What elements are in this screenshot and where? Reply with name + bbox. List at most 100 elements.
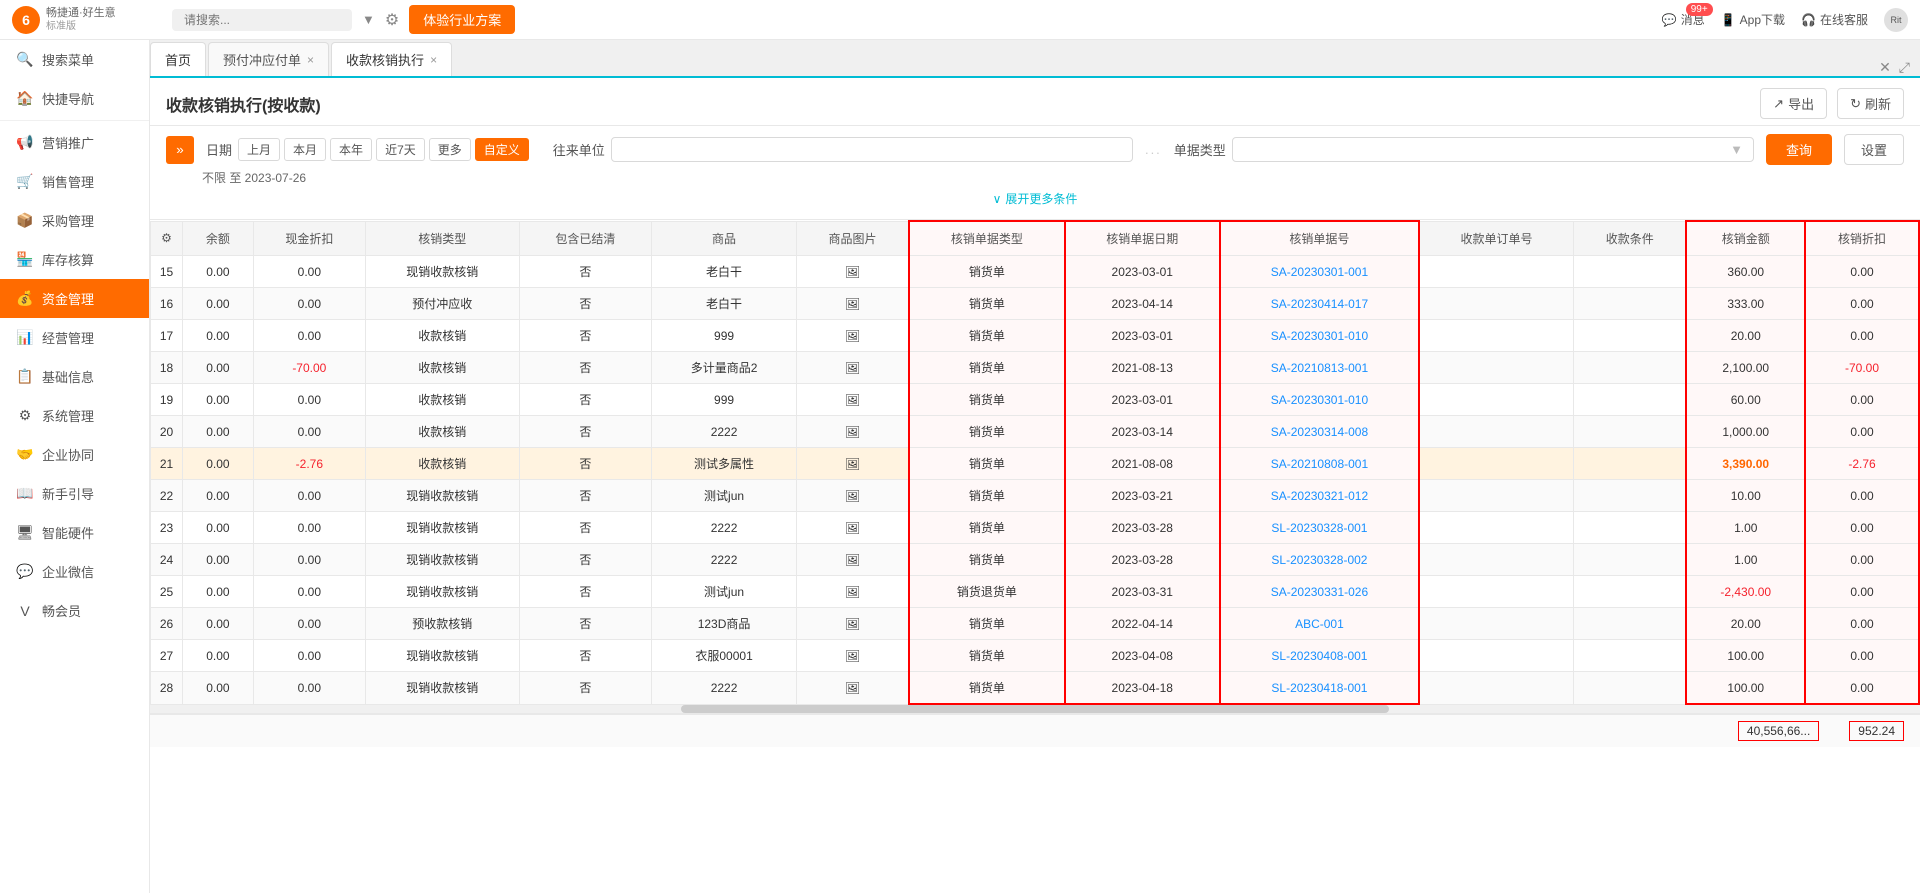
- sidebar-item-finance[interactable]: 💰 资金管理: [0, 279, 149, 318]
- sidebar-item-member[interactable]: V 畅会员: [0, 591, 149, 630]
- sidebar-item-quick-nav[interactable]: 🏠 快捷导航: [0, 79, 149, 118]
- row-receipt-order-no: [1419, 448, 1573, 480]
- tab-bar: 首页 预付冲应付单 × 收款核销执行 × ✕ ⤢: [150, 40, 1920, 78]
- sidebar-item-purchase[interactable]: 📦 采购管理: [0, 201, 149, 240]
- refresh-btn[interactable]: ↻ 刷新: [1837, 88, 1904, 119]
- row-bill-no[interactable]: SA-20230314-008: [1220, 416, 1419, 448]
- sidebar-item-sales[interactable]: 🛒 销售管理: [0, 162, 149, 201]
- row-cancel-type: 收款核销: [365, 384, 519, 416]
- more-date-btn[interactable]: 更多: [429, 138, 471, 161]
- row-cancel-discount: 0.00: [1805, 576, 1919, 608]
- bill-no-link[interactable]: SL-20230328-001: [1271, 521, 1367, 535]
- sidebar-item-inventory[interactable]: 🏪 库存核算: [0, 240, 149, 279]
- sidebar-item-cooperation[interactable]: 🤝 企业协同: [0, 435, 149, 474]
- party-input[interactable]: [622, 142, 1122, 157]
- row-bill-no[interactable]: SA-20230301-010: [1220, 320, 1419, 352]
- row-bill-no[interactable]: SL-20230408-001: [1220, 640, 1419, 672]
- row-product: 2222: [652, 416, 796, 448]
- sidebar-item-basic-info[interactable]: 📋 基础信息: [0, 357, 149, 396]
- tab-home[interactable]: 首页: [150, 42, 206, 76]
- bill-no-link[interactable]: SA-20230314-008: [1271, 425, 1368, 439]
- gear-icon[interactable]: ⚙: [385, 10, 399, 30]
- row-bill-no[interactable]: SA-20230321-012: [1220, 480, 1419, 512]
- row-number: 18: [151, 352, 183, 384]
- header-actions: ↗ 导出 ↻ 刷新: [1760, 88, 1904, 119]
- last-month-btn[interactable]: 上月: [238, 138, 280, 161]
- query-btn[interactable]: 查询: [1766, 134, 1832, 165]
- sidebar-item-wechat[interactable]: 💬 企业微信: [0, 552, 149, 591]
- export-btn[interactable]: ↗ 导出: [1760, 88, 1827, 119]
- online-service-btn[interactable]: 🎧 在线客服: [1801, 11, 1868, 28]
- row-receipt-cond: [1573, 640, 1686, 672]
- close-window-icon[interactable]: ✕: [1879, 59, 1891, 76]
- row-cash-discount: -70.00: [253, 352, 365, 384]
- bill-no-link[interactable]: SA-20210813-001: [1271, 361, 1368, 375]
- bill-no-link[interactable]: SA-20210808-001: [1271, 457, 1368, 471]
- tab-close-cancel[interactable]: ×: [430, 53, 437, 67]
- bill-no-link[interactable]: SA-20230301-001: [1271, 265, 1368, 279]
- row-product: 测试jun: [652, 480, 796, 512]
- this-year-btn[interactable]: 本年: [330, 138, 372, 161]
- dropdown-icon[interactable]: ▼: [362, 12, 375, 27]
- bill-no-link[interactable]: ABC-001: [1295, 617, 1344, 631]
- row-bill-no[interactable]: SL-20230328-002: [1220, 544, 1419, 576]
- row-balance: 0.00: [183, 320, 254, 352]
- bill-type-select[interactable]: ▼: [1232, 137, 1754, 162]
- row-receipt-cond: [1573, 576, 1686, 608]
- row-bill-no[interactable]: SA-20210808-001: [1220, 448, 1419, 480]
- row-bill-no[interactable]: SA-20230414-017: [1220, 288, 1419, 320]
- bill-no-link[interactable]: SA-20230321-012: [1271, 489, 1368, 503]
- settings-btn[interactable]: 设置: [1844, 134, 1904, 165]
- user-menu[interactable]: Rit: [1884, 8, 1908, 32]
- system-icon: ⚙: [16, 407, 34, 424]
- industry-btn[interactable]: 体验行业方案: [409, 5, 515, 34]
- sidebar-item-system[interactable]: ⚙ 系统管理: [0, 396, 149, 435]
- tab-close-prepay[interactable]: ×: [307, 53, 314, 67]
- tab-cancel[interactable]: 收款核销执行 ×: [331, 42, 452, 76]
- row-product-img: 🖼: [796, 256, 909, 288]
- row-bill-no[interactable]: SA-20230301-010: [1220, 384, 1419, 416]
- party-input-wrap[interactable]: [611, 137, 1133, 162]
- expand-filter-btn[interactable]: »: [166, 136, 194, 164]
- row-bill-no[interactable]: SA-20230331-026: [1220, 576, 1419, 608]
- bill-no-link[interactable]: SL-20230408-001: [1271, 649, 1367, 663]
- tab-prepay[interactable]: 预付冲应付单 ×: [208, 42, 329, 76]
- bill-no-link[interactable]: SA-20230331-026: [1271, 585, 1368, 599]
- sidebar-item-guide[interactable]: 📖 新手引导: [0, 474, 149, 513]
- row-bill-no[interactable]: SA-20230301-001: [1220, 256, 1419, 288]
- sidebar-item-search[interactable]: 🔍 搜索菜单: [0, 40, 149, 79]
- sidebar-item-operations[interactable]: 📊 经营管理: [0, 318, 149, 357]
- th-include-settled: 包含已结清: [519, 221, 652, 256]
- th-receipt-order-no: 收款单订单号: [1419, 221, 1573, 256]
- total-discount-label: 952.24: [1849, 721, 1904, 741]
- row-bill-no[interactable]: SL-20230328-001: [1220, 512, 1419, 544]
- messages-btn[interactable]: 💬 消息 99+: [1662, 11, 1705, 28]
- date-filter: 日期 上月 本月 本年 近7天 更多 自定义: [206, 138, 529, 161]
- bill-no-link[interactable]: SA-20230301-010: [1271, 393, 1368, 407]
- bill-no-link[interactable]: SL-20230328-002: [1271, 553, 1367, 567]
- custom-date-btn[interactable]: 自定义: [475, 138, 529, 161]
- bill-no-link[interactable]: SA-20230301-010: [1271, 329, 1368, 343]
- this-month-btn[interactable]: 本月: [284, 138, 326, 161]
- row-bill-date: 2023-03-01: [1065, 384, 1220, 416]
- sidebar-item-hardware[interactable]: 🖥 智能硬件: [0, 513, 149, 552]
- row-bill-no[interactable]: SA-20210813-001: [1220, 352, 1419, 384]
- maximize-icon[interactable]: ⤢: [1899, 59, 1910, 76]
- row-bill-no[interactable]: ABC-001: [1220, 608, 1419, 640]
- bill-no-link[interactable]: SA-20230414-017: [1271, 297, 1368, 311]
- bill-no-link[interactable]: SL-20230418-001: [1271, 681, 1367, 695]
- app-download-btn[interactable]: 📱 App下载: [1721, 11, 1785, 28]
- row-number: 25: [151, 576, 183, 608]
- sidebar-item-marketing[interactable]: 📢 营销推广: [0, 123, 149, 162]
- basic-info-icon: 📋: [16, 368, 34, 385]
- last-7days-btn[interactable]: 近7天: [376, 138, 425, 161]
- row-receipt-order-no: [1419, 480, 1573, 512]
- row-cash-discount: -2.76: [253, 448, 365, 480]
- row-cancel-discount: 0.00: [1805, 256, 1919, 288]
- expand-more-btn[interactable]: ∨ 展开更多条件: [166, 186, 1904, 211]
- horizontal-scrollbar[interactable]: [150, 705, 1920, 713]
- th-gear[interactable]: ⚙: [151, 221, 183, 256]
- row-bill-no[interactable]: SL-20230418-001: [1220, 672, 1419, 705]
- top-search-input[interactable]: [172, 9, 352, 31]
- phone-icon: 📱: [1721, 13, 1736, 27]
